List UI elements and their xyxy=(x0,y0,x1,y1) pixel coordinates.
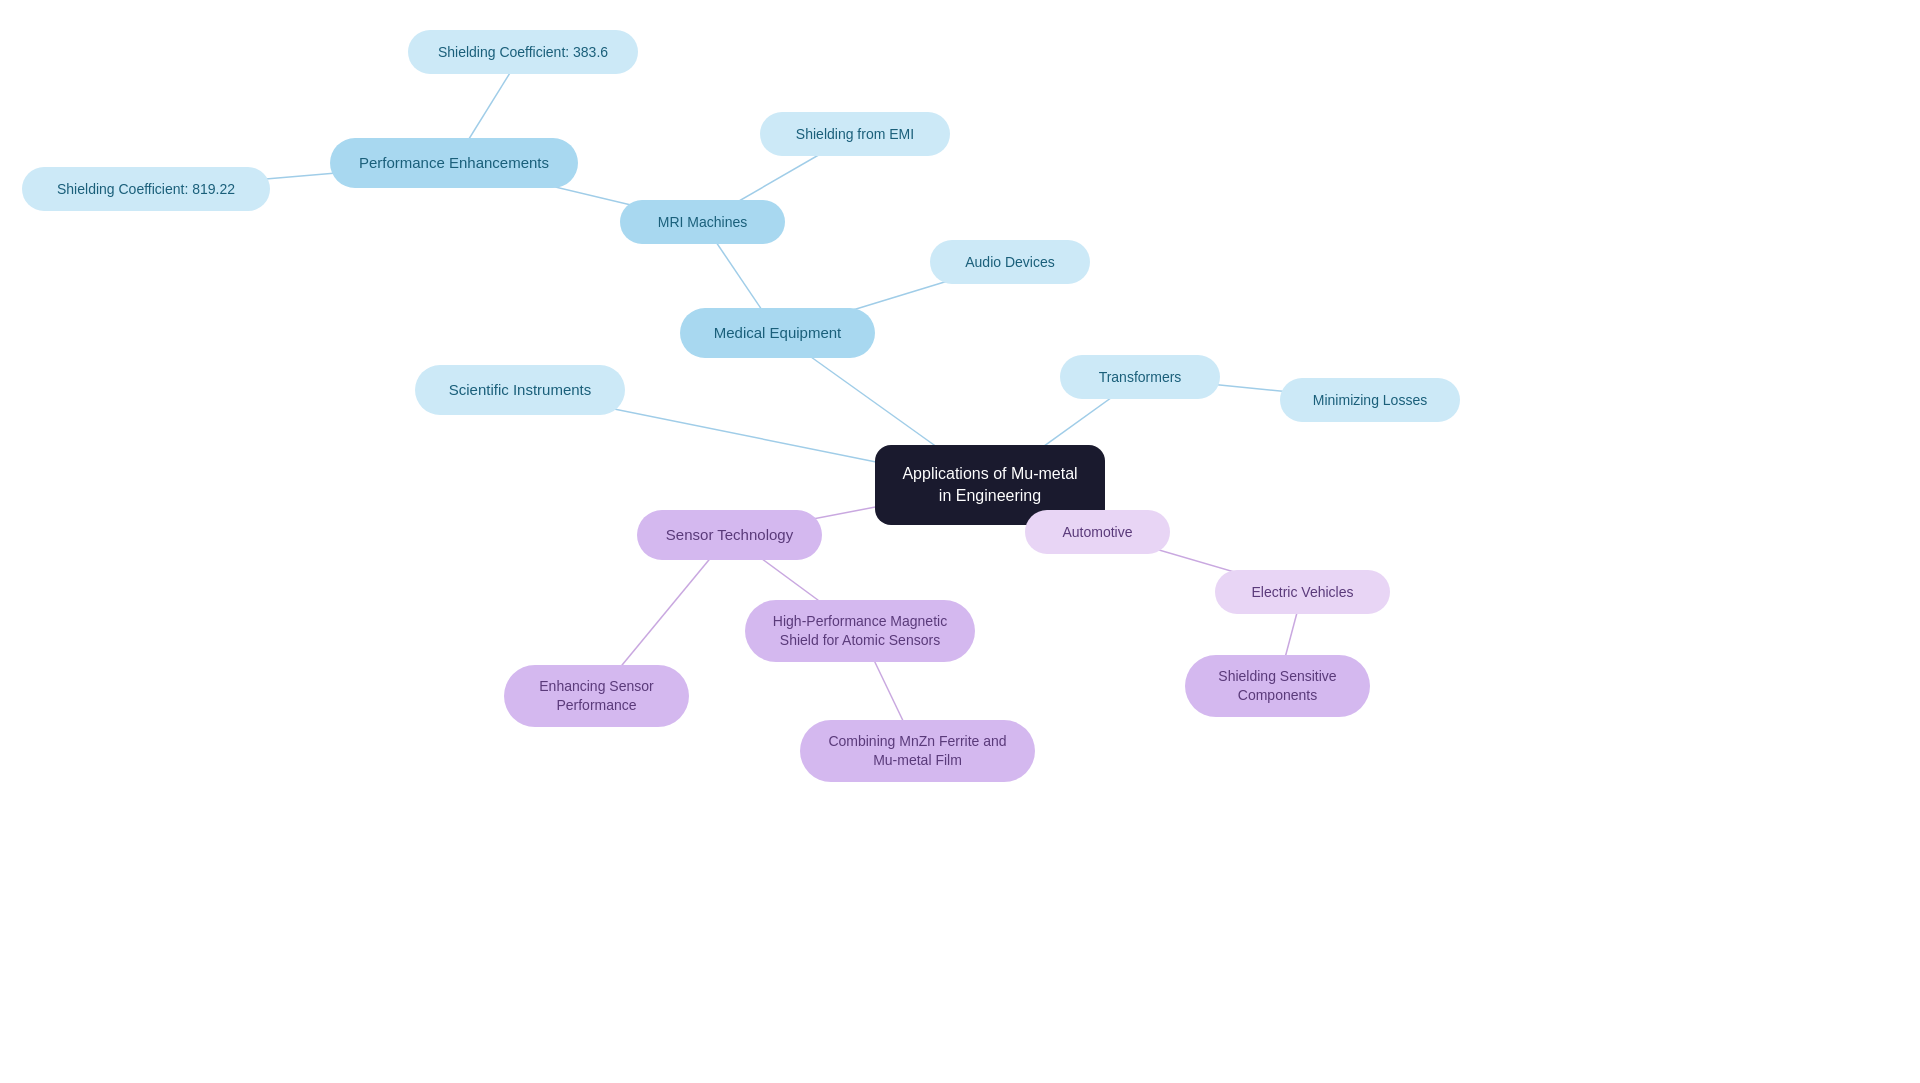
high-performance-node[interactable]: High-Performance Magnetic Shield for Ato… xyxy=(745,600,975,662)
minimizing-losses-node[interactable]: Minimizing Losses xyxy=(1280,378,1460,422)
shielding-sensitive-node[interactable]: Shielding Sensitive Components xyxy=(1185,655,1370,717)
scientific-instruments-node[interactable]: Scientific Instruments xyxy=(415,365,625,415)
shielding-coefficient-819-node[interactable]: Shielding Coefficient: 819.22 xyxy=(22,167,270,211)
performance-enhancements-node[interactable]: Performance Enhancements xyxy=(330,138,578,188)
shielding-coefficient-383-node[interactable]: Shielding Coefficient: 383.6 xyxy=(408,30,638,74)
sensor-technology-node[interactable]: Sensor Technology xyxy=(637,510,822,560)
combining-mnzn-node[interactable]: Combining MnZn Ferrite and Mu-metal Film xyxy=(800,720,1035,782)
automotive-node[interactable]: Automotive xyxy=(1025,510,1170,554)
audio-devices-node[interactable]: Audio Devices xyxy=(930,240,1090,284)
enhancing-sensor-node[interactable]: Enhancing Sensor Performance xyxy=(504,665,689,727)
electric-vehicles-node[interactable]: Electric Vehicles xyxy=(1215,570,1390,614)
medical-equipment-node[interactable]: Medical Equipment xyxy=(680,308,875,358)
transformers-node[interactable]: Transformers xyxy=(1060,355,1220,399)
shielding-from-emi-node[interactable]: Shielding from EMI xyxy=(760,112,950,156)
mri-machines-node[interactable]: MRI Machines xyxy=(620,200,785,244)
